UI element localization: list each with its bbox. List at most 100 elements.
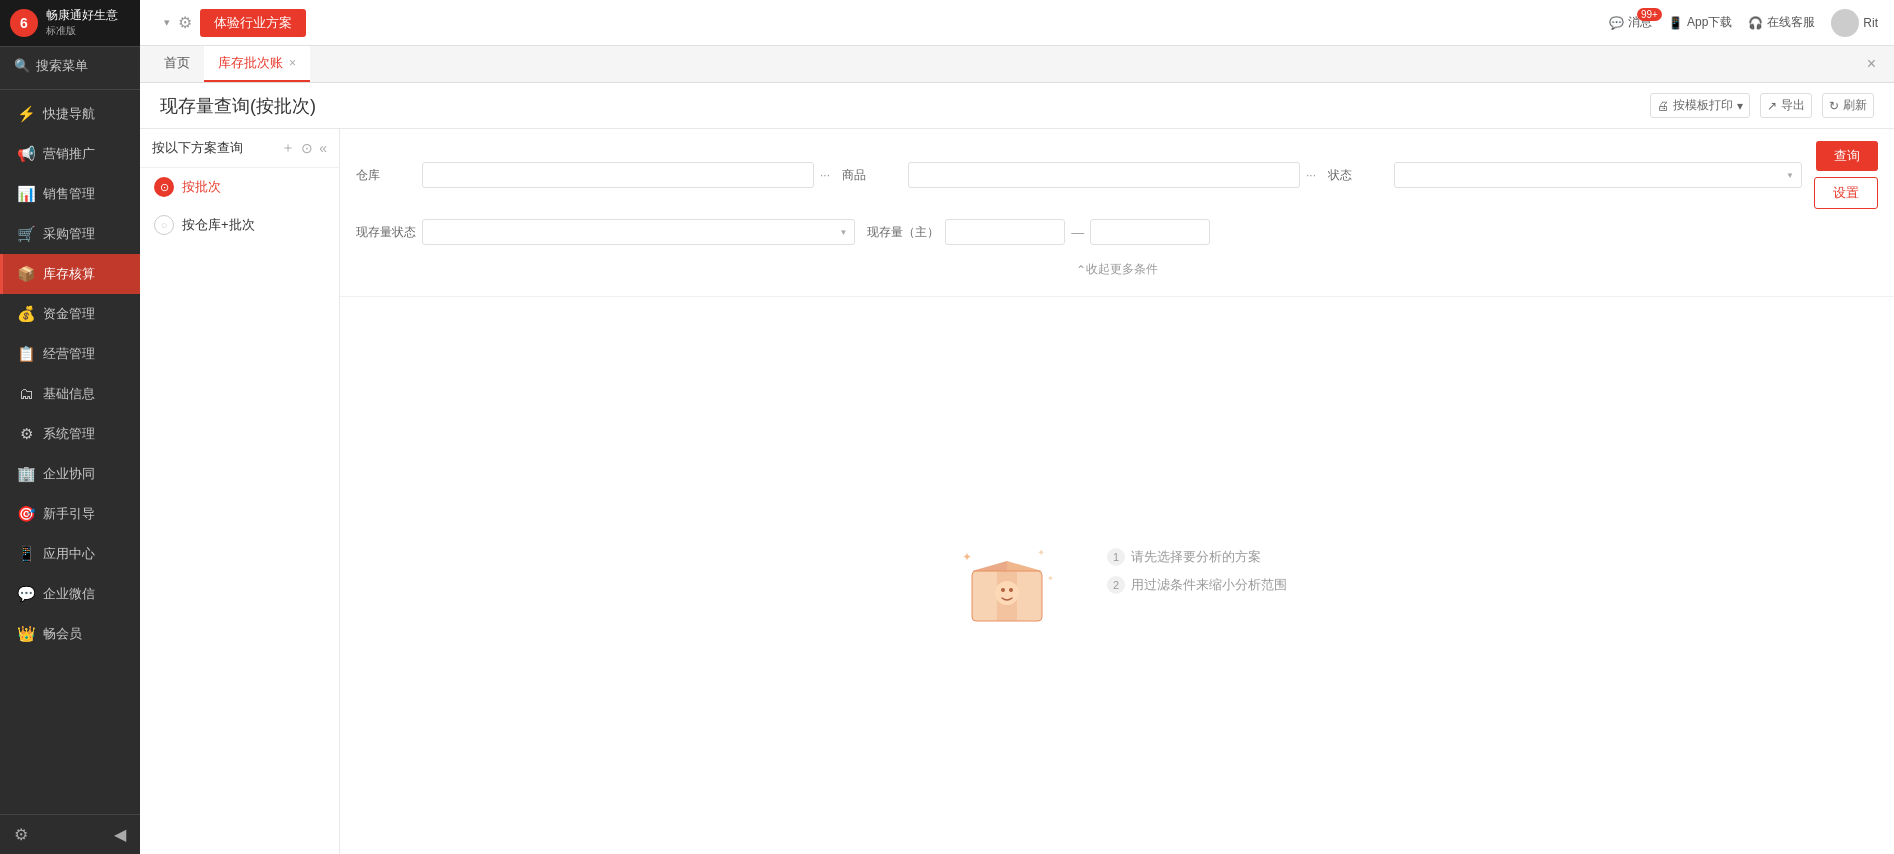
svg-text:✦: ✦ [1047, 574, 1054, 583]
tab-home[interactable]: 首页 [150, 46, 204, 82]
plan-item-batch[interactable]: ⊙ 按批次 [140, 168, 339, 206]
tip-text-2: 用过滤条件来缩小分析范围 [1131, 576, 1287, 594]
inventory-icon: 📦 [17, 265, 35, 283]
sidebar-version: 标准版 [46, 24, 118, 38]
sidebar-item-purchase[interactable]: 🛒 采购管理 [0, 214, 140, 254]
app-download-icon: 📱 [1668, 16, 1683, 30]
warehouse-label: 仓库 [356, 167, 416, 184]
sidebar-item-operation[interactable]: 📋 经营管理 [0, 334, 140, 374]
status-select[interactable] [1394, 162, 1802, 188]
topbar-dropdown[interactable]: ▾ [164, 16, 170, 29]
tab-home-label: 首页 [164, 54, 190, 72]
sidebar-item-label: 经营管理 [43, 345, 95, 363]
query-btn[interactable]: 查询 [1816, 141, 1878, 171]
tip-text-1: 请先选择要分析的方案 [1131, 548, 1261, 566]
warehouse-more-btn[interactable]: ··· [820, 168, 830, 182]
sidebar: 6 畅康通好生意 标准版 🔍 搜索菜单 ⚡ 快捷导航 📢 营销推广 📊 销售管理… [0, 0, 140, 854]
sidebar-item-quick-nav[interactable]: ⚡ 快捷导航 [0, 94, 140, 134]
content-area: 现存量查询(按批次) 🖨 按模板打印 ▾ ↗ 导出 ↻ 刷新 [140, 83, 1894, 854]
sidebar-item-label: 畅会员 [43, 625, 82, 643]
print-icon: 🖨 [1657, 99, 1669, 113]
close-panel-icon[interactable]: × [1859, 47, 1884, 81]
product-more-btn[interactable]: ··· [1306, 168, 1316, 182]
avatar [1831, 9, 1859, 37]
filter-warehouse: 仓库 ··· [356, 162, 830, 188]
svg-text:✦: ✦ [1037, 547, 1045, 558]
tip-item-2: 2 用过滤条件来缩小分析范围 [1107, 576, 1287, 594]
product-label: 商品 [842, 167, 902, 184]
settings-footer-icon[interactable]: ⚙ [14, 825, 28, 844]
sidebar-item-app[interactable]: 📱 应用中心 [0, 534, 140, 574]
sidebar-item-wechat[interactable]: 💬 企业微信 [0, 574, 140, 614]
filter-actions: 查询 设置 [1814, 141, 1878, 209]
add-plan-icon[interactable]: ＋ [281, 139, 295, 157]
tip-num-1: 1 [1107, 548, 1125, 566]
svg-text:✦: ✦ [962, 550, 972, 564]
svg-point-7 [1009, 588, 1013, 592]
message-btn[interactable]: 💬 消息 99+ [1609, 14, 1652, 31]
message-badge: 99+ [1637, 8, 1662, 21]
empty-state: ✦ ✦ ✦ 1 请先选择要分析的方案 2 用过滤条件来缩小分析范围 [340, 297, 1894, 854]
tab-batch-account[interactable]: 库存批次账 × [204, 46, 310, 82]
refresh-icon: ↻ [1829, 99, 1839, 113]
export-btn[interactable]: ↗ 导出 [1760, 93, 1812, 118]
plan-icon-batch: ⊙ [154, 177, 174, 197]
basic-icon: 🗂 [17, 385, 35, 403]
refresh-btn[interactable]: ↻ 刷新 [1822, 93, 1874, 118]
search-icon: 🔍 [14, 58, 30, 73]
export-icon: ↗ [1767, 99, 1777, 113]
sidebar-item-marketing[interactable]: 📢 营销推广 [0, 134, 140, 174]
user-profile[interactable]: Rit [1831, 9, 1878, 37]
settings-plan-icon[interactable]: ⊙ [301, 140, 313, 156]
operation-icon: 📋 [17, 345, 35, 363]
app-download-btn[interactable]: 📱 App下载 [1668, 14, 1732, 31]
collapse-sidebar-icon[interactable]: ◀ [114, 825, 126, 844]
inventory-qty-max-input[interactable] [1090, 219, 1210, 245]
plan-item-warehouse-batch[interactable]: ○ 按仓库+批次 [140, 206, 339, 244]
sidebar-item-label: 企业协同 [43, 465, 95, 483]
marketing-icon: 📢 [17, 145, 35, 163]
sidebar-item-basic[interactable]: 🗂 基础信息 [0, 374, 140, 414]
page-header-actions: 🖨 按模板打印 ▾ ↗ 导出 ↻ 刷新 [1650, 93, 1874, 118]
topbar-gear-icon[interactable]: ⚙ [178, 13, 192, 32]
sidebar-item-sales[interactable]: 📊 销售管理 [0, 174, 140, 214]
sidebar-item-label: 基础信息 [43, 385, 95, 403]
sidebar-item-label: 销售管理 [43, 185, 95, 203]
inventory-qty-min-input[interactable] [945, 219, 1065, 245]
sidebar-item-inventory[interactable]: 📦 库存核算 [0, 254, 140, 294]
finance-icon: 💰 [17, 305, 35, 323]
collapse-btn[interactable]: ⌃ 收起更多条件 [356, 255, 1878, 284]
sidebar-item-newbie[interactable]: 🎯 新手引导 [0, 494, 140, 534]
user-name: Rit [1863, 16, 1878, 30]
sidebar-footer: ⚙ ◀ [0, 814, 140, 854]
inventory-status-select[interactable] [422, 219, 855, 245]
print-btn-label: 按模板打印 [1673, 97, 1733, 114]
tab-close-icon[interactable]: × [289, 56, 296, 70]
purchase-icon: 🛒 [17, 225, 35, 243]
page-header: 现存量查询(按批次) 🖨 按模板打印 ▾ ↗ 导出 ↻ 刷新 [140, 83, 1894, 129]
filter-row-2: 现存量状态 现存量（主） — [356, 219, 1878, 245]
tip-item-1: 1 请先选择要分析的方案 [1107, 548, 1287, 566]
body-layout: 按以下方案查询 ＋ ⊙ « ⊙ 按批次 ○ 按仓库+批次 [140, 129, 1894, 854]
sidebar-item-system[interactable]: ⚙ 系统管理 [0, 414, 140, 454]
sidebar-nav: ⚡ 快捷导航 📢 营销推广 📊 销售管理 🛒 采购管理 📦 库存核算 💰 资金管… [0, 94, 140, 814]
sidebar-item-label: 库存核算 [43, 265, 95, 283]
sidebar-item-member[interactable]: 👑 畅会员 [0, 614, 140, 654]
trial-btn[interactable]: 体验行业方案 [200, 9, 306, 37]
sidebar-item-finance[interactable]: 💰 资金管理 [0, 294, 140, 334]
product-input[interactable] [908, 162, 1300, 188]
collapse-panel-icon[interactable]: « [319, 140, 327, 156]
headset-icon: 🎧 [1748, 16, 1763, 30]
enterprise-icon: 🏢 [17, 465, 35, 483]
sidebar-item-enterprise[interactable]: 🏢 企业协同 [0, 454, 140, 494]
print-dropdown-icon[interactable]: ▾ [1737, 99, 1743, 113]
customer-service-btn[interactable]: 🎧 在线客服 [1748, 14, 1815, 31]
print-btn[interactable]: 🖨 按模板打印 ▾ [1650, 93, 1750, 118]
customer-service-label: 在线客服 [1767, 14, 1815, 31]
settings-btn[interactable]: 设置 [1814, 177, 1878, 209]
app-download-label: App下载 [1687, 14, 1732, 31]
sidebar-search[interactable]: 🔍 搜索菜单 [0, 47, 140, 85]
filter-inventory-status: 现存量状态 [356, 219, 855, 245]
warehouse-input[interactable] [422, 162, 814, 188]
right-panel: 仓库 ··· 商品 ··· 状态 [340, 129, 1894, 854]
